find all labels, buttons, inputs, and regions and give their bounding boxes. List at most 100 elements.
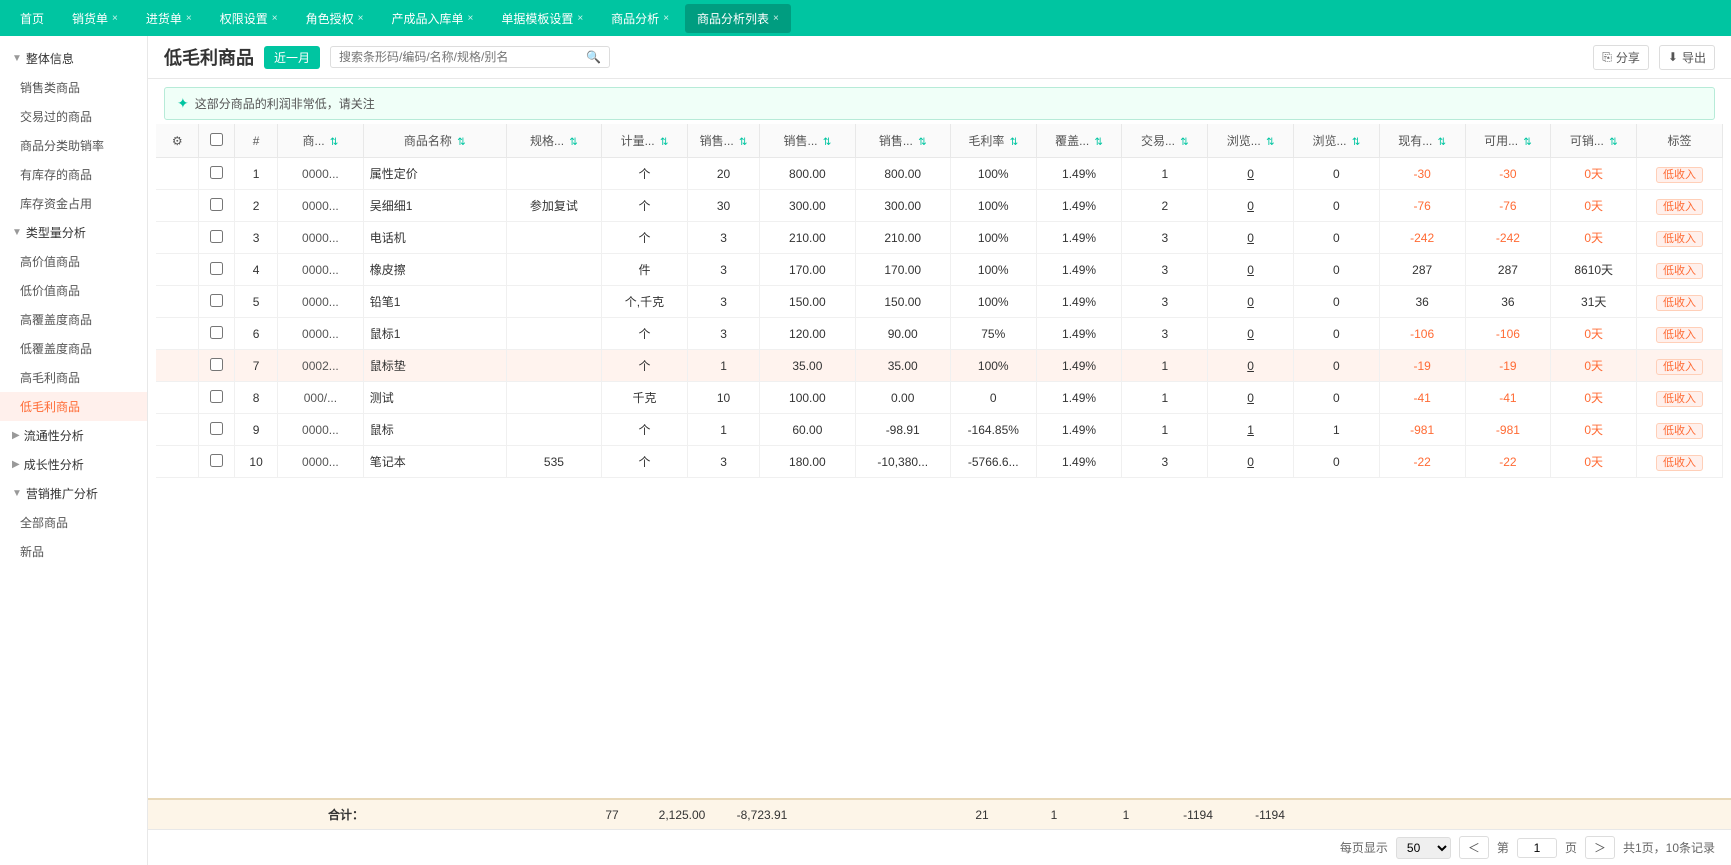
th-spec-sort[interactable]: ⇅ bbox=[569, 137, 577, 148]
row-checkbox-5[interactable] bbox=[210, 326, 223, 339]
sidebar-group-overall[interactable]: ▼ 整体信息 bbox=[0, 44, 147, 73]
th-browse2-sort[interactable]: ⇅ bbox=[1352, 137, 1360, 148]
td-check-7[interactable] bbox=[199, 382, 235, 414]
td-browse1-7[interactable]: 0 bbox=[1208, 382, 1294, 414]
th-sales-profit-sort[interactable]: ⇅ bbox=[918, 137, 926, 148]
sidebar-item-stock-capital[interactable]: 库存资金占用 bbox=[0, 189, 147, 218]
row-checkbox-2[interactable] bbox=[210, 230, 223, 243]
td-check-6[interactable] bbox=[199, 350, 235, 382]
browse1-link-2[interactable]: 0 bbox=[1247, 231, 1254, 245]
row-checkbox-6[interactable] bbox=[210, 358, 223, 371]
nav-purchase-order-close[interactable]: × bbox=[186, 13, 192, 24]
th-browse1-sort[interactable]: ⇅ bbox=[1266, 137, 1274, 148]
td-check-8[interactable] bbox=[199, 414, 235, 446]
td-browse1-1[interactable]: 0 bbox=[1208, 190, 1294, 222]
next-page-button[interactable]: ＞ bbox=[1585, 836, 1615, 859]
th-current[interactable]: 现有... ⇅ bbox=[1379, 124, 1465, 158]
th-coverage-sort[interactable]: ⇅ bbox=[1095, 137, 1103, 148]
browse1-link-1[interactable]: 0 bbox=[1247, 199, 1254, 213]
td-browse1-6[interactable]: 0 bbox=[1208, 350, 1294, 382]
td-check-0[interactable] bbox=[199, 158, 235, 190]
nav-sales-order[interactable]: 销货单 × bbox=[60, 4, 130, 33]
nav-bill-template-close[interactable]: × bbox=[577, 13, 583, 24]
row-checkbox-1[interactable] bbox=[210, 198, 223, 211]
th-sales-qty-sort[interactable]: ⇅ bbox=[739, 137, 747, 148]
row-checkbox-4[interactable] bbox=[210, 294, 223, 307]
page-number-input[interactable] bbox=[1517, 838, 1557, 858]
browse1-link-6[interactable]: 0 bbox=[1247, 359, 1254, 373]
th-available-sort[interactable]: ⇅ bbox=[1523, 137, 1531, 148]
th-trade[interactable]: 交易... ⇅ bbox=[1122, 124, 1208, 158]
nav-product-analysis[interactable]: 商品分析 × bbox=[599, 4, 681, 33]
date-filter-button[interactable]: 近一月 bbox=[264, 46, 320, 69]
browse1-link-3[interactable]: 0 bbox=[1247, 263, 1254, 277]
td-check-1[interactable] bbox=[199, 190, 235, 222]
nav-permissions-close[interactable]: × bbox=[272, 13, 278, 24]
td-browse1-5[interactable]: 0 bbox=[1208, 318, 1294, 350]
browse1-link-4[interactable]: 0 bbox=[1247, 295, 1254, 309]
settings-icon[interactable]: ⚙ bbox=[172, 134, 183, 148]
search-input[interactable] bbox=[339, 50, 580, 64]
browse1-link-9[interactable]: 0 bbox=[1247, 455, 1254, 469]
per-page-select[interactable]: 50 20 100 bbox=[1396, 837, 1451, 859]
th-trade-sort[interactable]: ⇅ bbox=[1180, 137, 1188, 148]
sidebar-item-low-value[interactable]: 低价值商品 bbox=[0, 276, 147, 305]
th-sales-amt[interactable]: 销售... ⇅ bbox=[760, 124, 855, 158]
th-sales-qty[interactable]: 销售... ⇅ bbox=[687, 124, 759, 158]
export-button[interactable]: ⬇ 导出 bbox=[1659, 45, 1715, 70]
browse1-link-7[interactable]: 0 bbox=[1247, 391, 1254, 405]
th-unit[interactable]: 计量... ⇅ bbox=[602, 124, 688, 158]
nav-product-analysis-list[interactable]: 商品分析列表 × bbox=[685, 4, 791, 33]
sidebar-item-new-goods[interactable]: 新品 bbox=[0, 537, 147, 566]
th-coverage[interactable]: 覆盖... ⇅ bbox=[1036, 124, 1122, 158]
nav-product-warehousing[interactable]: 产成品入库单 × bbox=[379, 4, 485, 33]
sidebar-group-growth[interactable]: ▶ 成长性分析 bbox=[0, 450, 147, 479]
td-check-9[interactable] bbox=[199, 446, 235, 478]
nav-bill-template[interactable]: 单据模板设置 × bbox=[489, 4, 595, 33]
th-sellable[interactable]: 可销... ⇅ bbox=[1551, 124, 1637, 158]
th-current-sort[interactable]: ⇅ bbox=[1438, 137, 1446, 148]
td-browse1-8[interactable]: 1 bbox=[1208, 414, 1294, 446]
th-settings[interactable]: ⚙ bbox=[156, 124, 199, 158]
share-button[interactable]: ⎘ 分享 bbox=[1593, 45, 1649, 70]
prev-page-button[interactable]: ＜ bbox=[1459, 836, 1489, 859]
browse1-link-8[interactable]: 1 bbox=[1247, 423, 1254, 437]
search-icon[interactable]: 🔍 bbox=[586, 50, 601, 64]
th-sales-amt-sort[interactable]: ⇅ bbox=[823, 137, 831, 148]
td-check-2[interactable] bbox=[199, 222, 235, 254]
sidebar-item-high-value[interactable]: 高价值商品 bbox=[0, 247, 147, 276]
sidebar-item-traded-goods[interactable]: 交易过的商品 bbox=[0, 102, 147, 131]
browse1-link-0[interactable]: 0 bbox=[1247, 167, 1254, 181]
sidebar-item-high-coverage[interactable]: 高覆盖度商品 bbox=[0, 305, 147, 334]
td-browse1-3[interactable]: 0 bbox=[1208, 254, 1294, 286]
row-checkbox-9[interactable] bbox=[210, 454, 223, 467]
td-browse1-2[interactable]: 0 bbox=[1208, 222, 1294, 254]
td-check-3[interactable] bbox=[199, 254, 235, 286]
row-checkbox-8[interactable] bbox=[210, 422, 223, 435]
nav-role-auth[interactable]: 角色授权 × bbox=[294, 4, 376, 33]
nav-purchase-order[interactable]: 进货单 × bbox=[134, 4, 204, 33]
td-check-5[interactable] bbox=[199, 318, 235, 350]
td-browse1-9[interactable]: 0 bbox=[1208, 446, 1294, 478]
th-browse1[interactable]: 浏览... ⇅ bbox=[1208, 124, 1294, 158]
nav-product-analysis-close[interactable]: × bbox=[663, 13, 669, 24]
sidebar-item-low-coverage[interactable]: 低覆盖度商品 bbox=[0, 334, 147, 363]
row-checkbox-0[interactable] bbox=[210, 166, 223, 179]
nav-product-warehousing-close[interactable]: × bbox=[467, 13, 473, 24]
th-unit-sort[interactable]: ⇅ bbox=[660, 137, 668, 148]
row-checkbox-3[interactable] bbox=[210, 262, 223, 275]
th-sales-profit[interactable]: 销售... ⇅ bbox=[855, 124, 950, 158]
sidebar-item-sales-goods[interactable]: 销售类商品 bbox=[0, 73, 147, 102]
nav-permissions[interactable]: 权限设置 × bbox=[208, 4, 290, 33]
sidebar-group-liquidity[interactable]: ▶ 流通性分析 bbox=[0, 421, 147, 450]
th-code[interactable]: 商... ⇅ bbox=[278, 124, 364, 158]
sidebar-item-stocked-goods[interactable]: 有库存的商品 bbox=[0, 160, 147, 189]
th-gross-rate[interactable]: 毛利率 ⇅ bbox=[950, 124, 1036, 158]
th-spec[interactable]: 规格... ⇅ bbox=[506, 124, 601, 158]
sidebar-group-type-analysis[interactable]: ▼ 类型量分析 bbox=[0, 218, 147, 247]
th-gross-rate-sort[interactable]: ⇅ bbox=[1010, 137, 1018, 148]
sidebar-item-all-goods[interactable]: 全部商品 bbox=[0, 508, 147, 537]
select-all-checkbox[interactable] bbox=[210, 133, 223, 146]
row-checkbox-7[interactable] bbox=[210, 390, 223, 403]
sidebar-item-category-rate[interactable]: 商品分类助销率 bbox=[0, 131, 147, 160]
